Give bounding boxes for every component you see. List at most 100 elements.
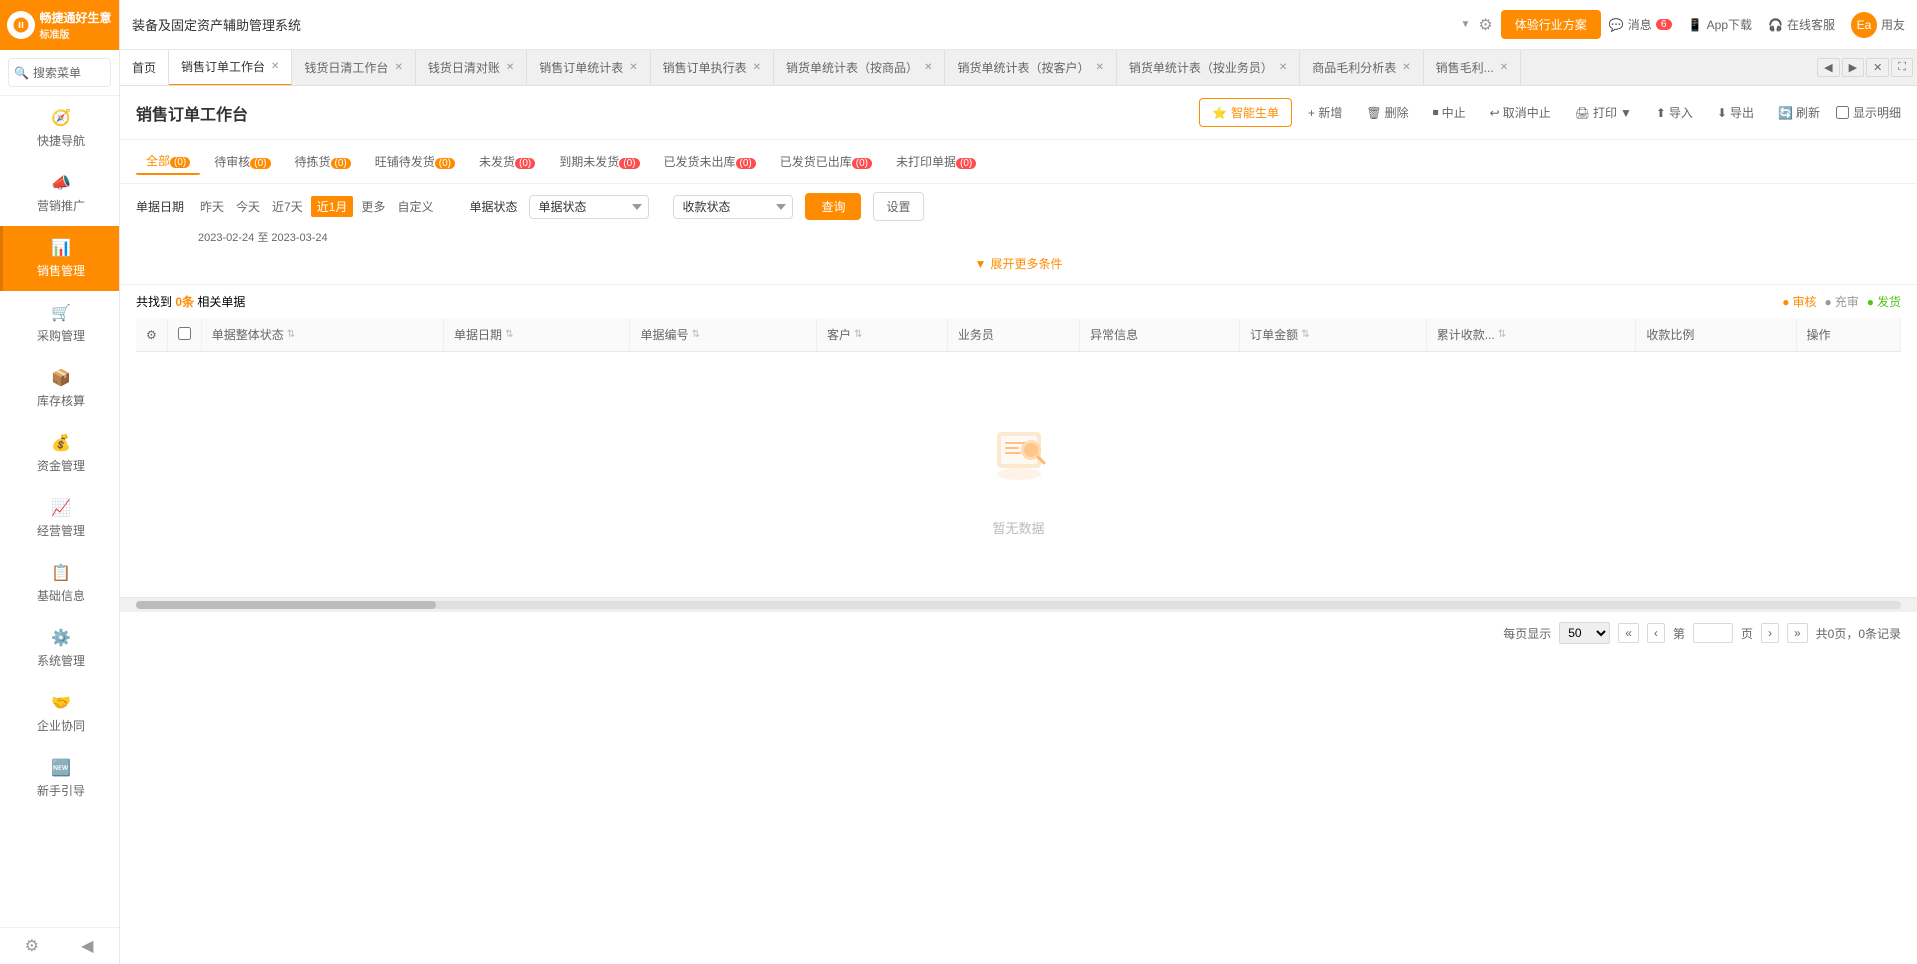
- topbar-settings-icon[interactable]: ⚙: [1478, 15, 1492, 35]
- sidebar-item-guide[interactable]: 🆕新手引导: [0, 746, 119, 811]
- tab-close-sales-stat-customer[interactable]: ✕: [1095, 62, 1103, 73]
- date-more[interactable]: 更多: [357, 196, 389, 217]
- subtab-not-shipped[interactable]: 未发货(0): [469, 149, 545, 174]
- prev-page-button[interactable]: ‹: [1647, 623, 1665, 643]
- tab-nav-maximize[interactable]: ⛶: [1891, 58, 1913, 77]
- subtab-shipped-not-out[interactable]: 已发货未出库(0): [654, 149, 766, 174]
- online-service-button[interactable]: 🎧 在线客服: [1768, 16, 1835, 33]
- sidebar-item-quick-nav[interactable]: 🧭快捷导航: [0, 96, 119, 161]
- tab-sales-more[interactable]: 销售毛利...✕: [1424, 50, 1521, 86]
- tab-close-sales-exec[interactable]: ✕: [753, 62, 761, 73]
- tab-sales-stat-staff[interactable]: 销货单统计表（按业务员）✕: [1117, 50, 1300, 86]
- industry-solution-button[interactable]: 体验行业方案: [1501, 10, 1601, 39]
- tab-close-sales-workbench[interactable]: ✕: [271, 61, 279, 72]
- tab-close-cash-daily[interactable]: ✕: [394, 62, 402, 73]
- delete-button[interactable]: 🗑 删除: [1358, 100, 1416, 125]
- query-button[interactable]: 查询: [805, 193, 861, 220]
- status-filter-select[interactable]: 单据状态: [529, 195, 649, 219]
- detail-checkbox-label[interactable]: 显示明细: [1836, 104, 1901, 121]
- import-button[interactable]: ⬆ 导入: [1648, 100, 1701, 125]
- date-yesterday[interactable]: 昨天: [196, 196, 228, 217]
- audit-button[interactable]: ● 审核: [1782, 293, 1816, 310]
- sidebar-item-marketing[interactable]: 📣营销推广: [0, 161, 119, 226]
- new-button[interactable]: + 新增: [1300, 100, 1350, 125]
- main-content: 装备及固定资产辅助管理系统 ▼ ⚙ 体验行业方案 💬 消息 6 📱 App下载 …: [120, 0, 1917, 964]
- expand-more-button[interactable]: ▼ 展开更多条件: [971, 251, 1067, 276]
- subtab-not-printed[interactable]: 未打印单据(0): [886, 149, 986, 174]
- tab-close-sales-stat-product[interactable]: ✕: [924, 62, 932, 73]
- tab-cash-daily[interactable]: 钱货日清工作台✕: [292, 50, 415, 86]
- tab-sales-stat[interactable]: 销售订单统计表✕: [527, 50, 650, 86]
- collapse-icon[interactable]: ◀: [64, 936, 112, 956]
- sort-collected-icon[interactable]: ⇅: [1498, 329, 1506, 340]
- page-input[interactable]: 1: [1693, 623, 1733, 643]
- ship-button[interactable]: ● 发货: [1867, 293, 1901, 310]
- smart-create-button[interactable]: ⭐ 智能生单: [1199, 98, 1292, 127]
- tab-close-sales-more[interactable]: ✕: [1500, 62, 1508, 73]
- refresh-button[interactable]: 🔄 刷新: [1770, 100, 1828, 125]
- detail-checkbox[interactable]: [1836, 106, 1849, 119]
- date-today[interactable]: 今天: [232, 196, 264, 217]
- sidebar-item-finance[interactable]: 💰资金管理: [0, 421, 119, 486]
- tab-sales-exec[interactable]: 销售订单执行表✕: [651, 50, 774, 86]
- nav-label-guide: 新手引导: [37, 782, 85, 799]
- sort-number-icon[interactable]: ⇅: [691, 329, 699, 340]
- export-button[interactable]: ⬇ 导出: [1709, 100, 1762, 125]
- subtab-all[interactable]: 全部(0): [136, 148, 200, 175]
- stop-button[interactable]: ⏹ 中止: [1425, 100, 1474, 125]
- subtab-wangpu-ship[interactable]: 旺铺待发货(0): [365, 149, 465, 174]
- last-page-button[interactable]: »: [1787, 623, 1808, 643]
- tab-close-sales-stat[interactable]: ✕: [629, 62, 637, 73]
- sort-status-icon[interactable]: ⇅: [287, 329, 295, 340]
- sidebar-item-sales[interactable]: 📊销售管理: [0, 226, 119, 291]
- sidebar-item-collab[interactable]: 🤝企业协同: [0, 681, 119, 746]
- next-page-button[interactable]: ›: [1761, 623, 1779, 643]
- sidebar-item-purchase[interactable]: 🛒采购管理: [0, 291, 119, 356]
- sidebar-item-system[interactable]: ⚙️系统管理: [0, 616, 119, 681]
- tab-sales-stat-product[interactable]: 销货单统计表（按商品）✕: [774, 50, 945, 86]
- date-filter-label: 单据日期: [136, 198, 184, 215]
- void-button[interactable]: ● 充审: [1824, 293, 1858, 310]
- sort-amount-icon[interactable]: ⇅: [1301, 329, 1309, 340]
- search-menu-button[interactable]: 🔍 搜索菜单: [8, 58, 111, 87]
- tab-sales-workbench[interactable]: 销售订单工作台✕: [169, 50, 292, 86]
- tab-close-sales-stat-staff[interactable]: ✕: [1279, 62, 1287, 73]
- sort-customer-icon[interactable]: ⇅: [854, 329, 862, 340]
- message-button[interactable]: 💬 消息 6: [1609, 16, 1672, 33]
- payment-status-select[interactable]: 收款状态: [673, 195, 793, 219]
- app-download-button[interactable]: 📱 App下载: [1688, 16, 1752, 33]
- tab-cash-reconcile[interactable]: 钱货日清对账✕: [416, 50, 527, 86]
- tab-sales-stat-customer[interactable]: 销货单统计表（按客户）✕: [945, 50, 1116, 86]
- per-page-select[interactable]: 50 10 20 100: [1559, 622, 1610, 644]
- th-config[interactable]: ⚙: [136, 318, 167, 352]
- sort-date-icon[interactable]: ⇅: [505, 329, 513, 340]
- date-7days[interactable]: 近7天: [268, 196, 307, 217]
- print-button[interactable]: 🖨 打印 ▼: [1567, 100, 1640, 125]
- subtab-pending-inspect[interactable]: 待拣货(0): [285, 149, 361, 174]
- tab-nav-prev[interactable]: ◀: [1817, 58, 1839, 77]
- tab-close-gross-profit[interactable]: ✕: [1402, 62, 1410, 73]
- scrollbar-thumb[interactable]: [136, 601, 436, 609]
- subtab-overdue-ship[interactable]: 到期未发货(0): [549, 149, 649, 174]
- subtab-label-pending-inspect: 待拣货: [295, 155, 331, 169]
- tab-nav-next[interactable]: ▶: [1842, 58, 1864, 77]
- tab-home[interactable]: 首页: [120, 50, 169, 86]
- tab-close-cash-reconcile[interactable]: ✕: [506, 62, 514, 73]
- tab-gross-profit[interactable]: 商品毛利分析表✕: [1300, 50, 1423, 86]
- first-page-button[interactable]: «: [1618, 623, 1639, 643]
- settings-icon[interactable]: ⚙: [8, 936, 56, 956]
- sidebar-item-operation[interactable]: 📈经营管理: [0, 486, 119, 551]
- subtab-pending-review[interactable]: 待审核(0): [204, 149, 280, 174]
- set-button[interactable]: 设置: [873, 192, 923, 221]
- date-1month[interactable]: 近1月: [311, 196, 354, 217]
- sidebar-item-base[interactable]: 📋基础信息: [0, 551, 119, 616]
- nav-icon-purchase: 🛒: [51, 303, 71, 323]
- sidebar-item-inventory[interactable]: 📦库存核算: [0, 356, 119, 421]
- user-menu[interactable]: Ea 用友: [1851, 12, 1905, 38]
- th-checkbox[interactable]: [167, 318, 201, 352]
- tab-nav-close[interactable]: ✕: [1866, 58, 1889, 77]
- date-custom[interactable]: 自定义: [393, 196, 437, 217]
- cancel-stop-button[interactable]: ↩ 取消中止: [1482, 100, 1559, 125]
- select-all-checkbox[interactable]: [178, 327, 191, 340]
- subtab-shipped-out[interactable]: 已发货已出库(0): [770, 149, 882, 174]
